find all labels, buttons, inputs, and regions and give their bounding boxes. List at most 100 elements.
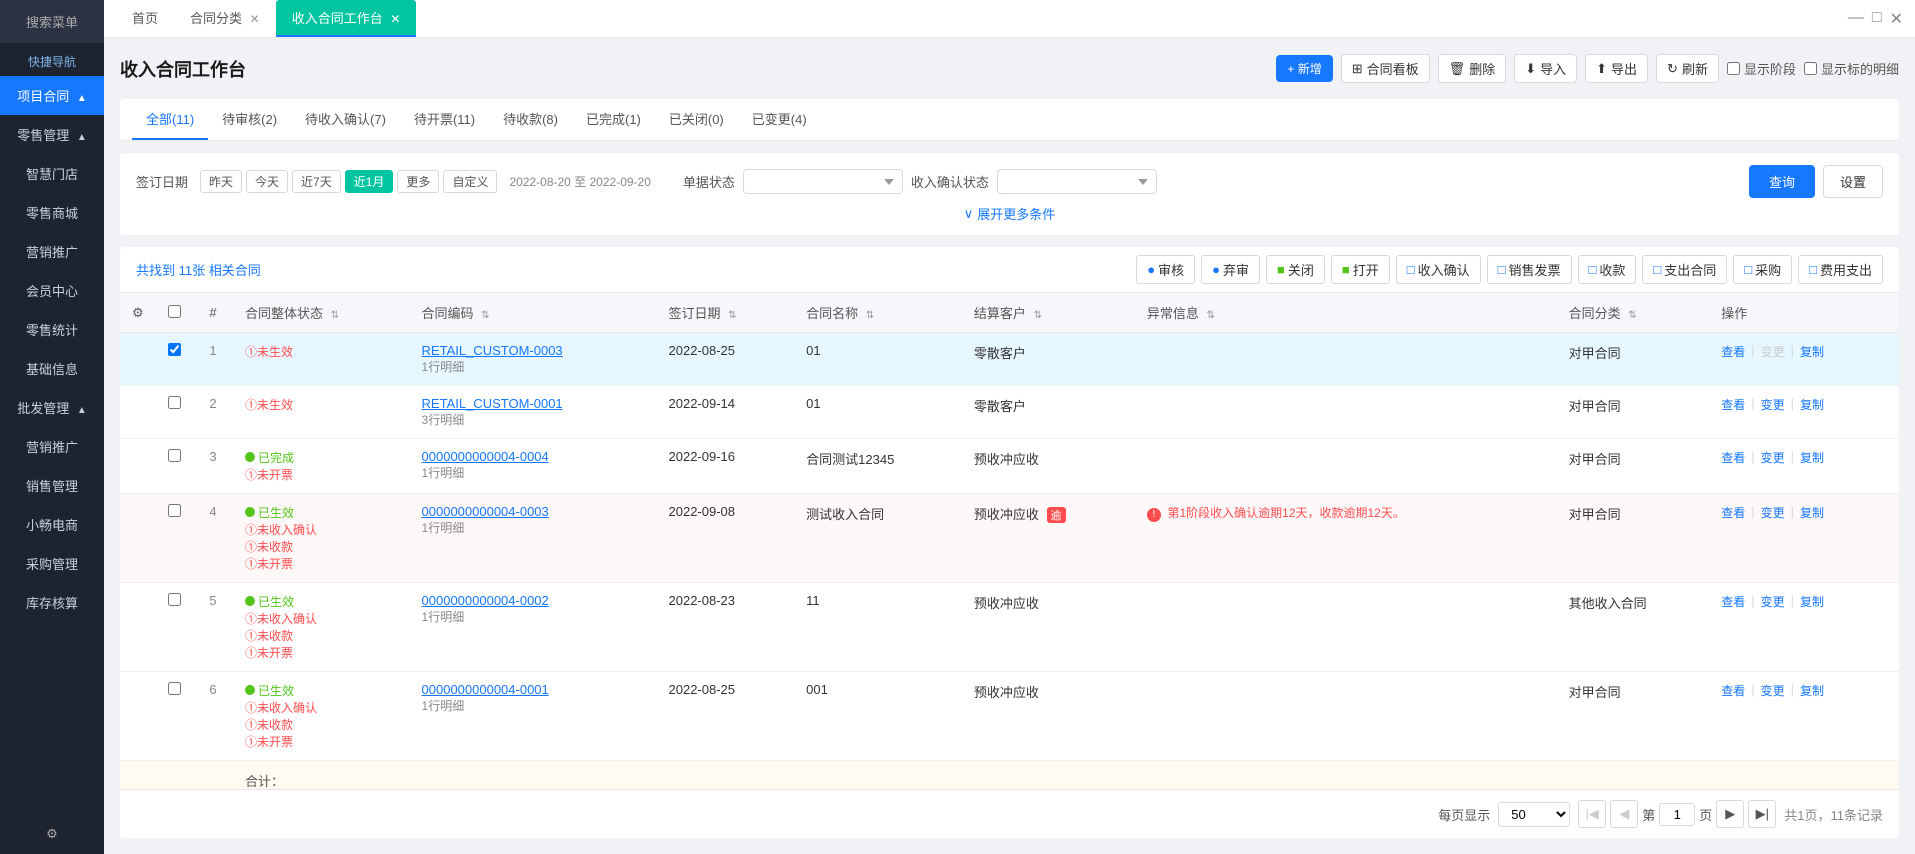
row6-contract-link[interactable]: 0000000000004-0001 xyxy=(422,682,645,697)
status-tab-all[interactable]: 全部(11) xyxy=(132,99,208,140)
row1-checkbox[interactable] xyxy=(168,343,181,356)
row4-checkbox-cell[interactable] xyxy=(156,494,193,583)
sidebar-item-retail-stats[interactable]: 零售统计 xyxy=(0,310,104,349)
income-confirm-select[interactable] xyxy=(997,169,1157,194)
import-button[interactable]: ⬇ 导入 xyxy=(1514,54,1577,83)
tab-home[interactable]: 首页 xyxy=(116,0,174,37)
close-btn[interactable]: ✕ xyxy=(1890,9,1903,29)
last-page-btn[interactable]: ▶| xyxy=(1748,800,1776,828)
expense-out-btn[interactable]: □ 支出合同 xyxy=(1642,255,1727,284)
tab-contract-category[interactable]: 合同分类 ✕ xyxy=(174,0,276,37)
date-btn-yesterday[interactable]: 昨天 xyxy=(200,170,242,193)
page-size-select[interactable]: 50 100 xyxy=(1498,802,1570,827)
sidebar-item-purchase-mgmt[interactable]: 采购管理 xyxy=(0,544,104,583)
row3-contract-link[interactable]: 0000000000004-0004 xyxy=(422,449,645,464)
page-number-input[interactable] xyxy=(1659,803,1695,826)
status-tab-pending-payment[interactable]: 待收款(8) xyxy=(489,99,572,140)
row3-view-link[interactable]: 查看 xyxy=(1721,449,1745,466)
row1-checkbox-cell[interactable] xyxy=(156,333,193,386)
row2-change-link[interactable]: 变更 xyxy=(1761,396,1785,413)
income-confirm-btn[interactable]: □ 收入确认 xyxy=(1396,255,1481,284)
col-sign-date[interactable]: 签订日期 ⇅ xyxy=(657,293,795,333)
expand-conditions[interactable]: ∨ 展开更多条件 xyxy=(136,198,1883,223)
date-btn-today[interactable]: 今天 xyxy=(246,170,288,193)
select-all-checkbox[interactable] xyxy=(168,305,181,318)
row6-checkbox[interactable] xyxy=(168,682,181,695)
purchase-btn[interactable]: □ 采购 xyxy=(1733,255,1792,284)
date-btn-last1m[interactable]: 近1月 xyxy=(345,170,394,193)
sidebar-settings-icon[interactable]: ⚙ xyxy=(0,814,104,854)
query-button[interactable]: 查询 xyxy=(1749,165,1815,198)
row4-change-link[interactable]: 变更 xyxy=(1761,504,1785,521)
status-tab-changed[interactable]: 已变更(4) xyxy=(738,99,821,140)
row5-checkbox[interactable] xyxy=(168,593,181,606)
col-checkbox[interactable] xyxy=(156,293,193,333)
row2-copy-link[interactable]: 复制 xyxy=(1800,396,1824,413)
col-settings[interactable]: ⚙ xyxy=(120,293,156,333)
row1-copy-link[interactable]: 复制 xyxy=(1800,343,1824,360)
row3-checkbox-cell[interactable] xyxy=(156,439,193,494)
row5-contract-link[interactable]: 0000000000004-0002 xyxy=(422,593,645,608)
row2-checkbox-cell[interactable] xyxy=(156,386,193,439)
row2-view-link[interactable]: 查看 xyxy=(1721,396,1745,413)
doc-status-select[interactable] xyxy=(743,169,903,194)
cost-out-btn[interactable]: □ 费用支出 xyxy=(1798,255,1883,284)
status-tab-pending-invoice[interactable]: 待开票(11) xyxy=(400,99,489,140)
filter-settings-button[interactable]: 设置 xyxy=(1823,165,1883,198)
row5-view-link[interactable]: 查看 xyxy=(1721,593,1745,610)
maximize-btn[interactable]: □ xyxy=(1872,9,1882,29)
row6-copy-link[interactable]: 复制 xyxy=(1800,682,1824,699)
refresh-button[interactable]: ↻ 刷新 xyxy=(1656,54,1719,83)
row6-checkbox-cell[interactable] xyxy=(156,672,193,761)
prev-page-btn[interactable]: ◀ xyxy=(1610,800,1638,828)
row3-change-link[interactable]: 变更 xyxy=(1761,449,1785,466)
sidebar-item-base-info[interactable]: 基础信息 xyxy=(0,349,104,388)
sidebar-item-marketing2[interactable]: 营销推广 xyxy=(0,427,104,466)
sidebar-item-xiaochu[interactable]: 小畅电商 xyxy=(0,505,104,544)
delete-button[interactable]: 🗑 删除 xyxy=(1438,54,1507,83)
sidebar-search[interactable]: 搜索菜单 xyxy=(0,0,104,43)
row4-contract-link[interactable]: 0000000000004-0003 xyxy=(422,504,645,519)
row4-copy-link[interactable]: 复制 xyxy=(1800,504,1824,521)
tab-close-income-contract[interactable]: ✕ xyxy=(390,12,400,26)
sidebar-item-marketing[interactable]: 营销推广 xyxy=(0,232,104,271)
close-btn-table[interactable]: ■ 关闭 xyxy=(1266,255,1325,284)
export-button[interactable]: ⬆ 导出 xyxy=(1585,54,1648,83)
sidebar-item-sales-mgmt[interactable]: 销售管理 xyxy=(0,466,104,505)
date-btn-last7d[interactable]: 近7天 xyxy=(292,170,341,193)
row5-copy-link[interactable]: 复制 xyxy=(1800,593,1824,610)
show-detail-checkbox[interactable]: 显示标的明细 xyxy=(1804,59,1899,78)
show-fields-checkbox[interactable]: 显示阶段 xyxy=(1727,59,1796,78)
col-abnormal-info[interactable]: 异常信息 ⇅ xyxy=(1135,293,1557,333)
open-btn[interactable]: ■ 打开 xyxy=(1331,255,1390,284)
sales-invoice-btn[interactable]: □ 销售发票 xyxy=(1487,255,1572,284)
col-contract-category[interactable]: 合同分类 ⇅ xyxy=(1557,293,1710,333)
next-page-btn[interactable]: ▶ xyxy=(1716,800,1744,828)
sidebar-item-wholesale-mgmt[interactable]: 批发管理 ▲ xyxy=(0,388,104,427)
tab-close-contract-category[interactable]: ✕ xyxy=(250,12,260,26)
row6-change-link[interactable]: 变更 xyxy=(1761,682,1785,699)
row1-contract-link[interactable]: RETAIL_CUSTOM-0003 xyxy=(422,343,645,358)
row4-view-link[interactable]: 查看 xyxy=(1721,504,1745,521)
sidebar-item-project-contract[interactable]: 项目合同 ▲ xyxy=(0,76,104,115)
row1-view-link[interactable]: 查看 xyxy=(1721,343,1745,360)
row5-change-link[interactable]: 变更 xyxy=(1761,593,1785,610)
status-tab-pending-review[interactable]: 待审核(2) xyxy=(208,99,291,140)
first-page-btn[interactable]: |◀ xyxy=(1578,800,1606,828)
minimize-btn[interactable]: — xyxy=(1848,9,1864,29)
status-tab-pending-confirm[interactable]: 待收入确认(7) xyxy=(291,99,400,140)
sidebar-item-retail-mgmt[interactable]: 零售管理 ▲ xyxy=(0,115,104,154)
row3-copy-link[interactable]: 复制 xyxy=(1800,449,1824,466)
row3-checkbox[interactable] xyxy=(168,449,181,462)
row2-contract-link[interactable]: RETAIL_CUSTOM-0001 xyxy=(422,396,645,411)
col-settlement-customer[interactable]: 结算客户 ⇅ xyxy=(962,293,1135,333)
abandon-btn[interactable]: ● 弃审 xyxy=(1201,255,1260,284)
date-btn-more[interactable]: 更多 xyxy=(397,170,439,193)
col-overall-status[interactable]: 合同整体状态 ⇅ xyxy=(233,293,410,333)
col-contract-name[interactable]: 合同名称 ⇅ xyxy=(794,293,962,333)
status-tab-closed[interactable]: 已关闭(0) xyxy=(655,99,738,140)
contract-board-button[interactable]: ⊞ 合同看板 xyxy=(1341,54,1430,83)
sidebar-item-inventory[interactable]: 库存核算 xyxy=(0,583,104,622)
row2-checkbox[interactable] xyxy=(168,396,181,409)
new-button[interactable]: + 新增 xyxy=(1276,55,1332,82)
